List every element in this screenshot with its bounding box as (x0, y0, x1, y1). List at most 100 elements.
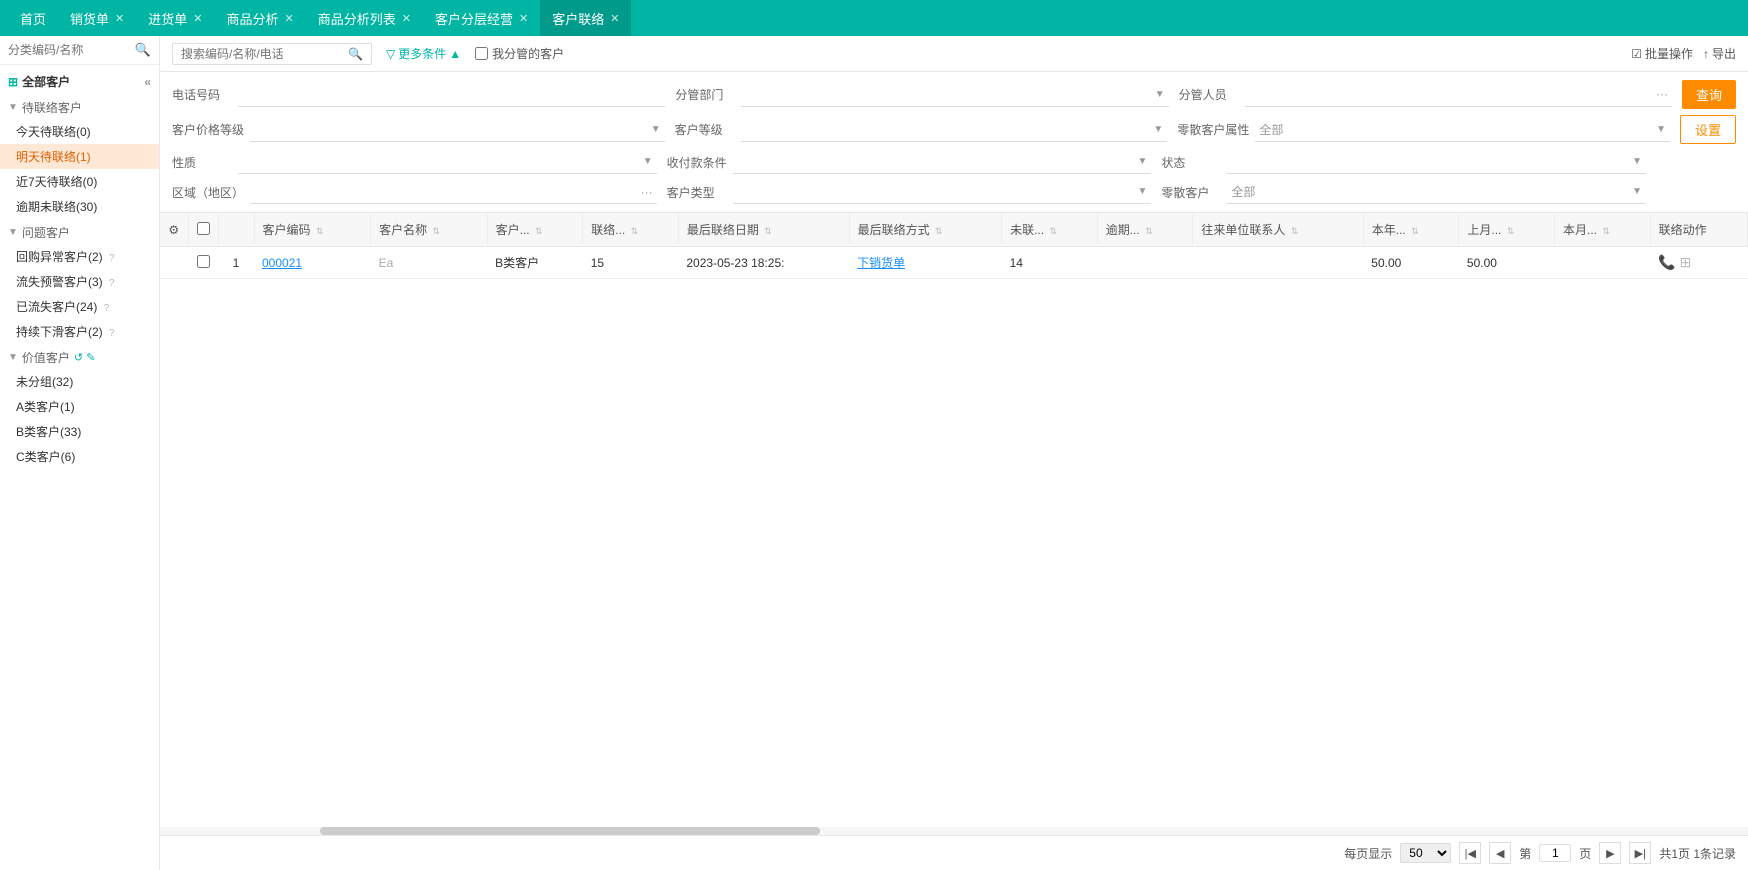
close-sales-order-icon[interactable]: ✕ (115, 12, 124, 25)
row-no: 1 (218, 247, 254, 279)
th-contacts[interactable]: 往来单位联系人 ⇅ (1193, 213, 1363, 247)
manager-select[interactable]: ··· (1245, 83, 1672, 107)
row-code[interactable]: 000021 (254, 247, 371, 279)
query-button[interactable]: 查询 (1682, 80, 1736, 109)
data-table-area: ⚙ 客户编码 ⇅ 客户名称 ⇅ 客户... ⇅ (160, 213, 1748, 827)
sidebar-item-churn-warning[interactable]: 流失预警客户(3) ? (0, 269, 159, 294)
arrow-down-icon: ▼ (8, 102, 18, 113)
th-this-month[interactable]: 本月... ⇅ (1555, 213, 1651, 247)
th-contact[interactable]: 联络... ⇅ (583, 213, 679, 247)
th-no (218, 213, 254, 247)
nav-product-analysis-list[interactable]: 商品分析列表 ✕ (306, 0, 423, 36)
sidebar-search-input[interactable] (8, 43, 135, 57)
toolbar-right: ☑ 批量操作 ↑ 导出 (1631, 45, 1736, 62)
nav-customer-tiering[interactable]: 客户分层经营 ✕ (423, 0, 540, 36)
nature-field: 性质 ▼ (172, 150, 657, 174)
sidebar-item-ungrouped[interactable]: 未分组(32) (0, 369, 159, 394)
row-check[interactable] (188, 247, 218, 279)
sidebar-item-class-b[interactable]: B类客户(33) (0, 419, 159, 444)
sidebar-item-tomorrow[interactable]: 明天待联络(1) (0, 144, 159, 169)
grid-action-icon[interactable]: ⊞ (1680, 254, 1692, 271)
sidebar-search-icon[interactable]: 🔍 (135, 42, 151, 58)
row-checkbox[interactable] (197, 255, 210, 268)
sort-icon-month: ⇅ (1602, 226, 1610, 236)
th-last-contact-method[interactable]: 最后联络方式 ⇅ (849, 213, 1001, 247)
sort-icon-nocontact: ⇅ (1049, 226, 1057, 236)
payment-select[interactable]: ▼ (733, 150, 1152, 174)
th-code[interactable]: 客户编码 ⇅ (254, 213, 371, 247)
nav-product-analysis[interactable]: 商品分析 ✕ (214, 0, 305, 36)
my-customers-check[interactable] (475, 47, 488, 60)
sidebar-item-purchase-anomaly[interactable]: 回购异常客户(2) ? (0, 244, 159, 269)
col-check[interactable] (188, 213, 218, 247)
close-customer-tiering-icon[interactable]: ✕ (519, 12, 528, 25)
close-product-list-icon[interactable]: ✕ (402, 12, 411, 25)
nav-purchase-order[interactable]: 进货单 ✕ (136, 0, 214, 36)
group-value-customers[interactable]: ▼ 价值客户 ↺ ✎ (0, 344, 159, 369)
sidebar-item-class-c[interactable]: C类客户(6) (0, 444, 159, 469)
close-purchase-order-icon[interactable]: ✕ (193, 12, 202, 25)
last-page-button[interactable]: ▶| (1629, 842, 1651, 864)
main-search-icon[interactable]: 🔍 (348, 47, 363, 61)
more-filters-button[interactable]: ▽ 更多条件 ▲ (380, 42, 467, 65)
close-customer-contact-icon[interactable]: ✕ (610, 12, 619, 25)
row-last-method[interactable]: 下销货单 (849, 247, 1001, 279)
nav-customer-contact[interactable]: 客户联络 ✕ (540, 0, 631, 36)
th-this-year[interactable]: 本年... ⇅ (1363, 213, 1459, 247)
content-area: 🔍 ▽ 更多条件 ▲ 我分管的客户 ☑ 批量操作 ↑ 导出 (160, 36, 1748, 870)
collapse-icon[interactable]: « (144, 75, 151, 89)
sidebar-item-7days[interactable]: 近7天待联络(0) (0, 169, 159, 194)
my-customers-checkbox[interactable]: 我分管的客户 (475, 45, 564, 62)
sidebar-item-today[interactable]: 今天待联络(0) (0, 119, 159, 144)
customer-type-select[interactable]: ▼ (733, 180, 1152, 204)
settings-button[interactable]: 设置 (1680, 115, 1736, 144)
prev-page-button[interactable]: ◀ (1489, 842, 1511, 864)
customer-level-select[interactable]: ▼ (741, 118, 1168, 142)
phone-action-icon[interactable]: 📞 (1658, 254, 1675, 271)
row-last-date: 2023-05-23 18:25: (678, 247, 849, 279)
phone-input[interactable] (238, 83, 665, 107)
col-gear[interactable]: ⚙ (160, 213, 188, 247)
th-no-contact[interactable]: 未联... ⇅ (1002, 213, 1098, 247)
sidebar-item-class-a[interactable]: A类客户(1) (0, 394, 159, 419)
main-search-input[interactable] (181, 47, 348, 61)
group-problem-customers[interactable]: ▼ 问题客户 (0, 219, 159, 244)
batch-operations-button[interactable]: ☑ 批量操作 (1631, 45, 1693, 62)
retail-customer-select[interactable]: 全部 ▼ (1227, 180, 1646, 204)
customer-price-select[interactable]: ▼ (250, 118, 665, 142)
select-all-checkbox[interactable] (197, 222, 210, 235)
region-select[interactable]: ··· (250, 180, 657, 204)
refresh-icon[interactable]: ↺ (74, 351, 83, 364)
retail-attr-select[interactable]: 全部 ▼ (1255, 118, 1670, 142)
all-customers-header[interactable]: ⊞ 全部客户 « (0, 65, 159, 94)
th-last-month[interactable]: 上月... ⇅ (1459, 213, 1555, 247)
scrollbar-thumb[interactable] (320, 827, 820, 835)
close-product-analysis-icon[interactable]: ✕ (285, 12, 294, 25)
dept-select[interactable]: ▼ (741, 83, 1168, 107)
nature-select[interactable]: ▼ (238, 150, 657, 174)
chevron-down-icon-payment: ▼ (1137, 156, 1147, 167)
sort-icon-contacts: ⇅ (1291, 226, 1299, 236)
nav-home[interactable]: 首页 (8, 0, 58, 36)
next-page-button[interactable]: ▶ (1599, 842, 1621, 864)
chevron-down-icon-nature: ▼ (643, 156, 653, 167)
sidebar-item-declining[interactable]: 持续下滑客户(2) ? (0, 319, 159, 344)
first-page-button[interactable]: |◀ (1459, 842, 1481, 864)
edit-icon[interactable]: ✎ (86, 351, 95, 364)
horizontal-scrollbar[interactable] (160, 827, 1748, 835)
th-last-contact-date[interactable]: 最后联络日期 ⇅ (678, 213, 849, 247)
export-button[interactable]: ↑ 导出 (1703, 45, 1736, 62)
sidebar-item-churned[interactable]: 已流失客户(24) ? (0, 294, 159, 319)
sidebar-item-overdue[interactable]: 逾期未联络(30) (0, 194, 159, 219)
nav-sales-order[interactable]: 销货单 ✕ (58, 0, 136, 36)
page-size-select[interactable]: 10 20 50 100 (1400, 843, 1451, 863)
th-name[interactable]: 客户名称 ⇅ (371, 213, 488, 247)
arrow-down-icon-2: ▼ (8, 227, 18, 238)
customer-level-field: 客户等级 ▼ (675, 118, 1168, 142)
th-type[interactable]: 客户... ⇅ (487, 213, 583, 247)
status-select[interactable]: ▼ (1227, 150, 1646, 174)
group-pending-contact[interactable]: ▼ 待联络客户 (0, 94, 159, 119)
page-number-input[interactable] (1539, 844, 1571, 862)
manager-field: 分管人员 ··· (1179, 83, 1672, 107)
th-overdue[interactable]: 逾期... ⇅ (1097, 213, 1193, 247)
